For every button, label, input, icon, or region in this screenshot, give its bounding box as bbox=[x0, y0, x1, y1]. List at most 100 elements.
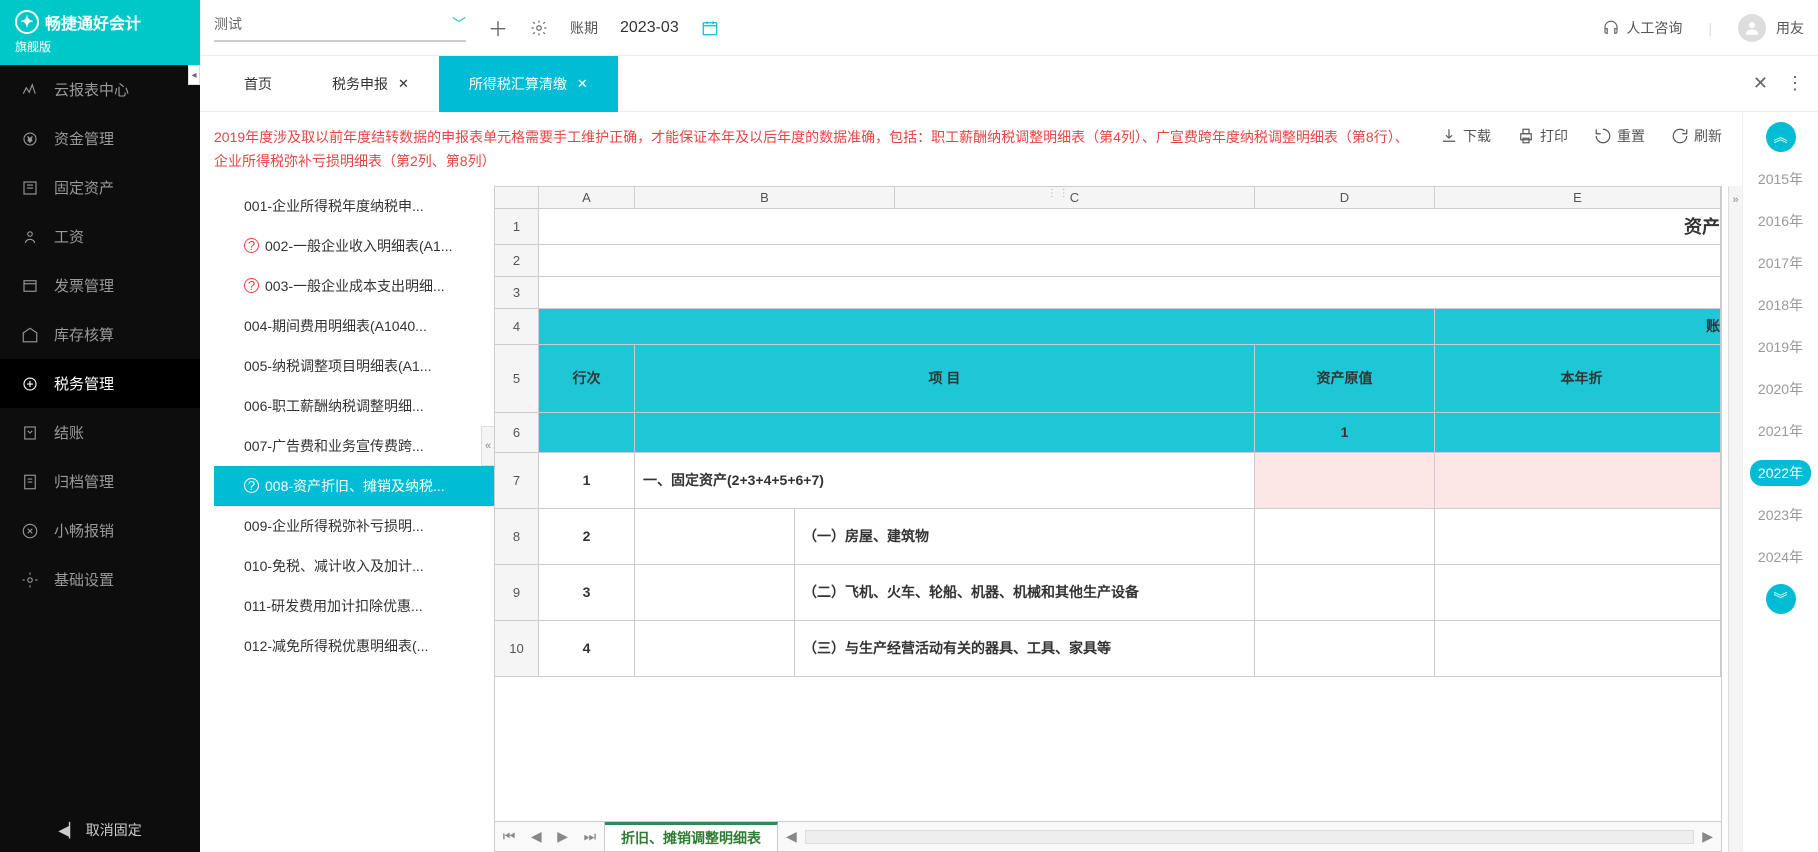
item-cell[interactable]: （三）与生产经营活动有关的器具、工具、家具等 bbox=[795, 621, 1255, 676]
report-list-collapse[interactable]: « bbox=[481, 426, 494, 466]
sheet-title: 资产 bbox=[539, 209, 1721, 244]
report-item-11[interactable]: 012-减免所得税优惠明细表(... bbox=[214, 626, 494, 666]
nav-item-5[interactable]: 库存核算 bbox=[0, 310, 200, 359]
col-rowno: 行次 bbox=[539, 345, 635, 412]
nav-icon bbox=[20, 178, 40, 198]
reset-icon bbox=[1594, 127, 1612, 145]
row-header[interactable]: 4 bbox=[495, 309, 539, 344]
nav-item-9[interactable]: 小畅报销 bbox=[0, 506, 200, 555]
action-bar: 下载 打印 重置 刷新 bbox=[1440, 126, 1722, 146]
row-header[interactable]: 1 bbox=[495, 209, 539, 244]
scroll-left-button[interactable]: ◀ bbox=[786, 828, 797, 845]
nav-item-10[interactable]: 基础设置 bbox=[0, 555, 200, 604]
report-item-1[interactable]: ?002-一般企业收入明细表(A1... bbox=[214, 226, 494, 266]
row-header[interactable]: 8 bbox=[495, 509, 539, 564]
report-item-0[interactable]: 001-企业所得税年度纳税申... bbox=[214, 186, 494, 226]
year-up-button[interactable]: ︽ bbox=[1766, 122, 1796, 152]
sheet-prev-button[interactable]: ◀ bbox=[531, 828, 542, 845]
report-item-5[interactable]: 006-职工薪酬纳税调整明细... bbox=[214, 386, 494, 426]
row-header[interactable]: 10 bbox=[495, 621, 539, 676]
tab-0[interactable]: 首页 bbox=[214, 56, 302, 112]
nav-icon: ¥ bbox=[20, 129, 40, 149]
sheet-next-button[interactable]: ▶ bbox=[557, 828, 568, 845]
nav-item-1[interactable]: ¥资金管理 bbox=[0, 114, 200, 163]
support-button[interactable]: 人工咨询 bbox=[1602, 18, 1682, 38]
row-header[interactable]: 7 bbox=[495, 453, 539, 508]
row-header[interactable]: 2 bbox=[495, 245, 539, 276]
scroll-right-button[interactable]: ▶ bbox=[1702, 828, 1713, 845]
report-item-9[interactable]: 010-免税、减计收入及加计... bbox=[214, 546, 494, 586]
tab-1[interactable]: 税务申报✕ bbox=[302, 56, 439, 112]
report-item-8[interactable]: 009-企业所得税弥补亏损明... bbox=[214, 506, 494, 546]
print-button[interactable]: 打印 bbox=[1517, 126, 1568, 146]
year-2018年[interactable]: 2018年 bbox=[1750, 292, 1811, 318]
refresh-button[interactable]: 刷新 bbox=[1671, 126, 1722, 146]
col-header-C[interactable]: C bbox=[895, 187, 1255, 208]
sheet-last-button[interactable]: ⏭ bbox=[584, 828, 597, 845]
year-2017年[interactable]: 2017年 bbox=[1750, 250, 1811, 276]
tabs-more-button[interactable]: ⋮ bbox=[1786, 73, 1804, 94]
sheet-tab[interactable]: 折旧、摊销调整明细表 bbox=[605, 822, 778, 851]
nav-collapse-handle[interactable]: ◂ bbox=[188, 65, 200, 85]
table-row: 71一、固定资产(2+3+4+5+6+7) bbox=[495, 453, 1721, 509]
period-value: 2023-03 bbox=[620, 19, 679, 37]
report-item-2[interactable]: ?003-一般企业成本支出明细... bbox=[214, 266, 494, 306]
corner-cell[interactable] bbox=[495, 187, 539, 208]
year-2023年[interactable]: 2023年 bbox=[1750, 502, 1811, 528]
col-orig: 资产原值 bbox=[1255, 345, 1435, 412]
company-dropdown[interactable]: 测试 ﹀ bbox=[214, 14, 466, 42]
year-2022年[interactable]: 2022年 bbox=[1750, 460, 1811, 486]
nav-item-3[interactable]: 工资 bbox=[0, 212, 200, 261]
col-header-D[interactable]: D bbox=[1255, 187, 1435, 208]
add-button[interactable]: ＋ bbox=[488, 13, 508, 42]
report-item-4[interactable]: 005-纳税调整项目明细表(A1... bbox=[214, 346, 494, 386]
unpin-icon: ◀▏ bbox=[58, 822, 80, 839]
sheet-expand-handle[interactable]: » bbox=[1728, 186, 1742, 852]
year-2024年[interactable]: 2024年 bbox=[1750, 544, 1811, 570]
logo-icon: ✦ bbox=[15, 10, 39, 34]
item-cell[interactable]: （二）飞机、火车、轮船、机器、机械和其他生产设备 bbox=[795, 565, 1255, 620]
nav-item-4[interactable]: 发票管理 bbox=[0, 261, 200, 310]
year-2019年[interactable]: 2019年 bbox=[1750, 334, 1811, 360]
nav-item-6[interactable]: 税务管理 bbox=[0, 359, 200, 408]
row-header[interactable]: 3 bbox=[495, 277, 539, 308]
tab-close-icon[interactable]: ✕ bbox=[398, 76, 409, 92]
settings-button[interactable] bbox=[530, 19, 548, 37]
report-item-7[interactable]: ?008-资产折旧、摊销及纳税... bbox=[214, 466, 494, 506]
nav-icon bbox=[20, 276, 40, 296]
unpin-button[interactable]: ◀▏ 取消固定 bbox=[0, 808, 200, 852]
user-menu[interactable]: 用友 bbox=[1738, 14, 1804, 42]
report-item-6[interactable]: 007-广告费和业务宣传费跨... bbox=[214, 426, 494, 466]
report-item-3[interactable]: 004-期间费用明细表(A1040... bbox=[214, 306, 494, 346]
item-cell[interactable]: 一、固定资产(2+3+4+5+6+7) bbox=[635, 453, 1255, 508]
horizontal-scrollbar[interactable]: ⋮⋮ ◀ ▶ bbox=[778, 828, 1721, 845]
year-2020年[interactable]: 2020年 bbox=[1750, 376, 1811, 402]
warning-icon: ? bbox=[244, 238, 259, 253]
year-2016年[interactable]: 2016年 bbox=[1750, 208, 1811, 234]
nav-item-0[interactable]: 云报表中心 bbox=[0, 65, 200, 114]
tab-close-icon[interactable]: ✕ bbox=[577, 76, 588, 92]
reset-button[interactable]: 重置 bbox=[1594, 126, 1645, 146]
nav-item-2[interactable]: 固定资产 bbox=[0, 163, 200, 212]
sheet-first-button[interactable]: ⏮ bbox=[503, 828, 516, 845]
item-cell[interactable]: （一）房屋、建筑物 bbox=[795, 509, 1255, 564]
year-2015年[interactable]: 2015年 bbox=[1750, 166, 1811, 192]
col-header-A[interactable]: A bbox=[539, 187, 635, 208]
col-header-B[interactable]: B bbox=[635, 187, 895, 208]
row-header[interactable]: 5 bbox=[495, 345, 539, 412]
grid-body[interactable]: 1 资产 2 3 bbox=[495, 209, 1721, 821]
year-down-button[interactable]: ︾ bbox=[1766, 584, 1796, 614]
year-2021年[interactable]: 2021年 bbox=[1750, 418, 1811, 444]
nav-item-8[interactable]: 归档管理 bbox=[0, 457, 200, 506]
nav-icon bbox=[20, 570, 40, 590]
tab-2[interactable]: 所得税汇算清缴✕ bbox=[439, 56, 618, 112]
report-item-10[interactable]: 011-研发费用加计扣除优惠... bbox=[214, 586, 494, 626]
nav: ◂ 云报表中心¥资金管理固定资产工资发票管理库存核算税务管理结账归档管理小畅报销… bbox=[0, 65, 200, 808]
col-header-E[interactable]: E bbox=[1435, 187, 1721, 208]
row-header[interactable]: 9 bbox=[495, 565, 539, 620]
download-button[interactable]: 下载 bbox=[1440, 126, 1491, 146]
close-all-button[interactable]: ✕ bbox=[1753, 73, 1768, 94]
row-header[interactable]: 6 bbox=[495, 413, 539, 452]
nav-item-7[interactable]: 结账 bbox=[0, 408, 200, 457]
calendar-button[interactable] bbox=[701, 19, 719, 37]
